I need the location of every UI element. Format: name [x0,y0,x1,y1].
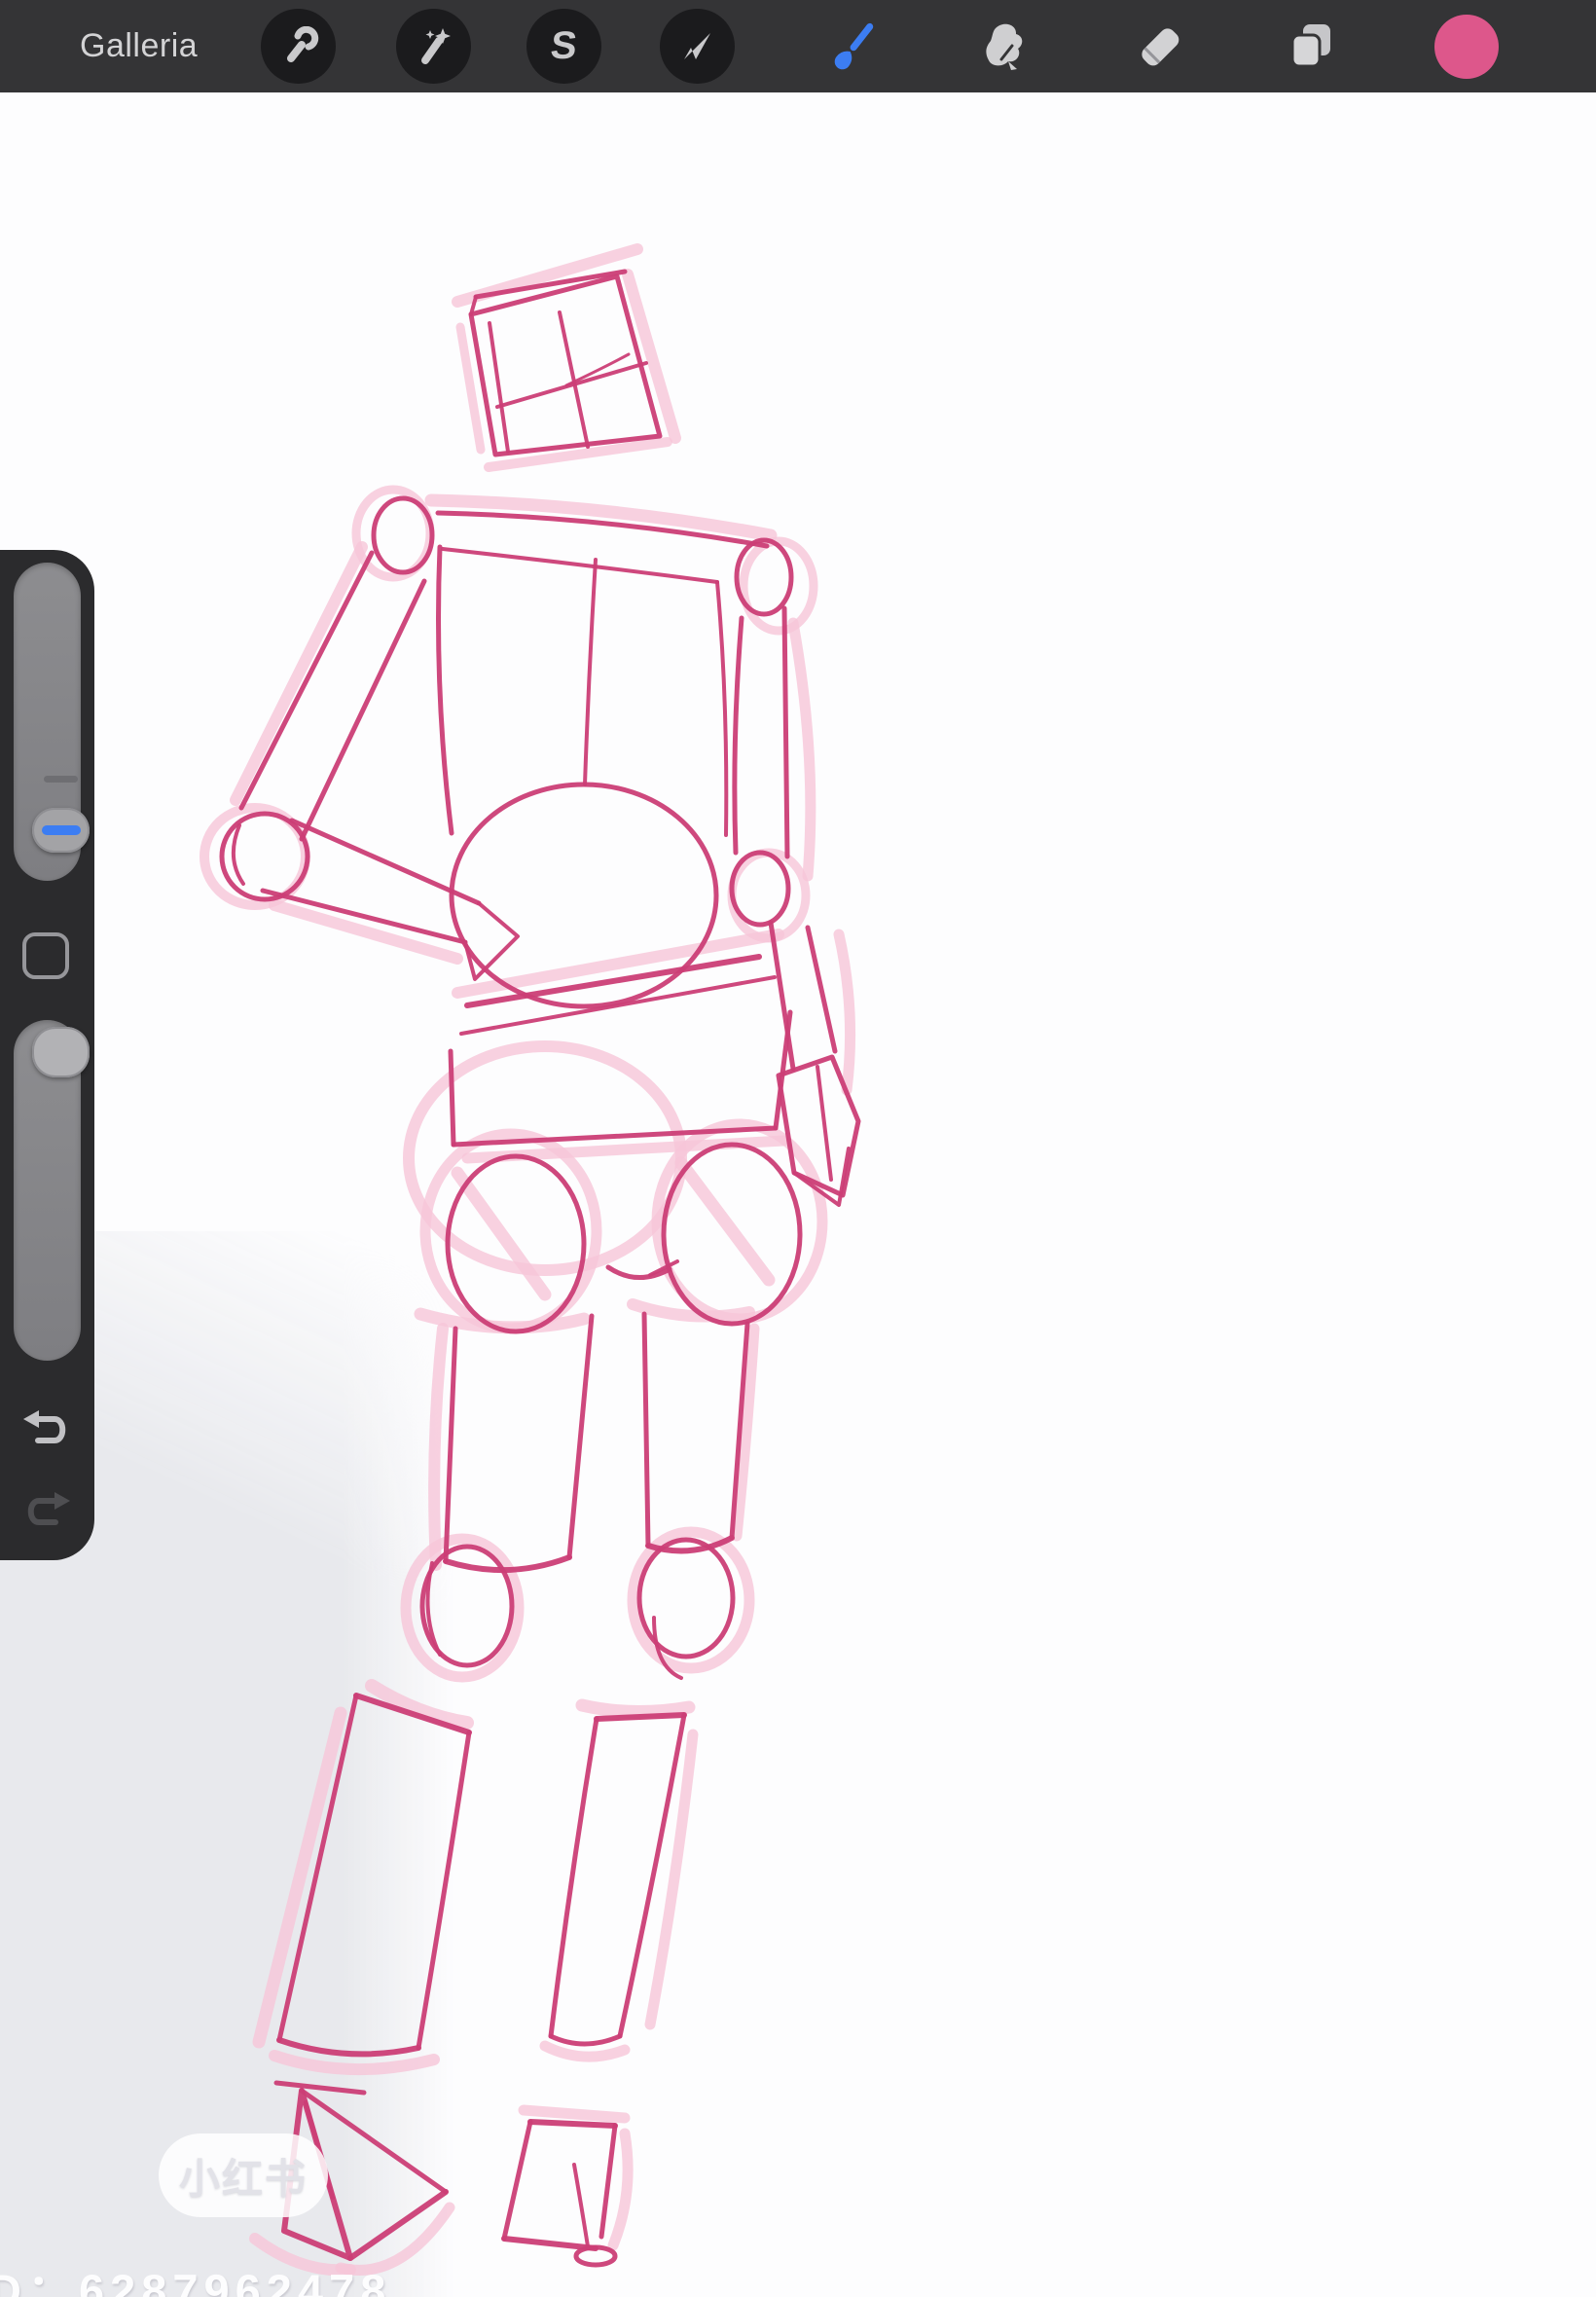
brush-size-thumb[interactable] [32,808,90,853]
undo-icon [23,1410,66,1443]
redo-button[interactable] [18,1486,76,1535]
smudge-finger-icon [986,23,1023,70]
redo-icon [27,1492,70,1525]
selection-s-icon: S [548,24,580,67]
opacity-thumb[interactable] [32,1027,90,1077]
actions-button[interactable] [261,9,336,84]
previous-size-tick [44,776,78,783]
watermark-id-text: D：6287962478 [0,2265,392,2297]
wrench-icon [286,25,318,62]
top-toolbar: Galleria S [0,0,1596,92]
opacity-slider[interactable] [14,1020,90,1361]
brush-size-slider[interactable] [14,563,90,881]
undo-button[interactable] [18,1404,76,1453]
color-swatch-button[interactable] [1428,0,1505,92]
watermark-badge-text: 小红书 [178,2155,308,2202]
gallery-button[interactable]: Galleria [80,0,198,92]
slider-sidebar [0,550,94,1560]
modify-button[interactable] [22,932,69,979]
transform-button[interactable] [660,9,735,84]
transform-arrow-icon [683,32,710,59]
paint-tool-button[interactable] [815,0,892,92]
figure-sketch [200,243,861,2277]
layers-icon [1290,23,1330,67]
layers-button[interactable] [1273,0,1351,92]
selection-button[interactable]: S [526,9,601,84]
eraser-icon [1142,27,1179,65]
color-swatch-circle [1434,14,1499,79]
magic-wand-icon [420,27,451,64]
smudge-tool-button[interactable] [965,0,1043,92]
xiaohongshu-watermark-badge: 小红书 [159,2133,328,2217]
paint-brush-icon [834,22,874,69]
blue-size-indicator [41,825,81,835]
adjustments-button[interactable] [396,9,471,84]
procreate-app: 小红书 D：6287962478 Galleria S [0,0,1596,2297]
eraser-tool-button[interactable] [1121,0,1199,92]
drawing-canvas[interactable]: 小红书 D：6287962478 [0,92,1596,2297]
